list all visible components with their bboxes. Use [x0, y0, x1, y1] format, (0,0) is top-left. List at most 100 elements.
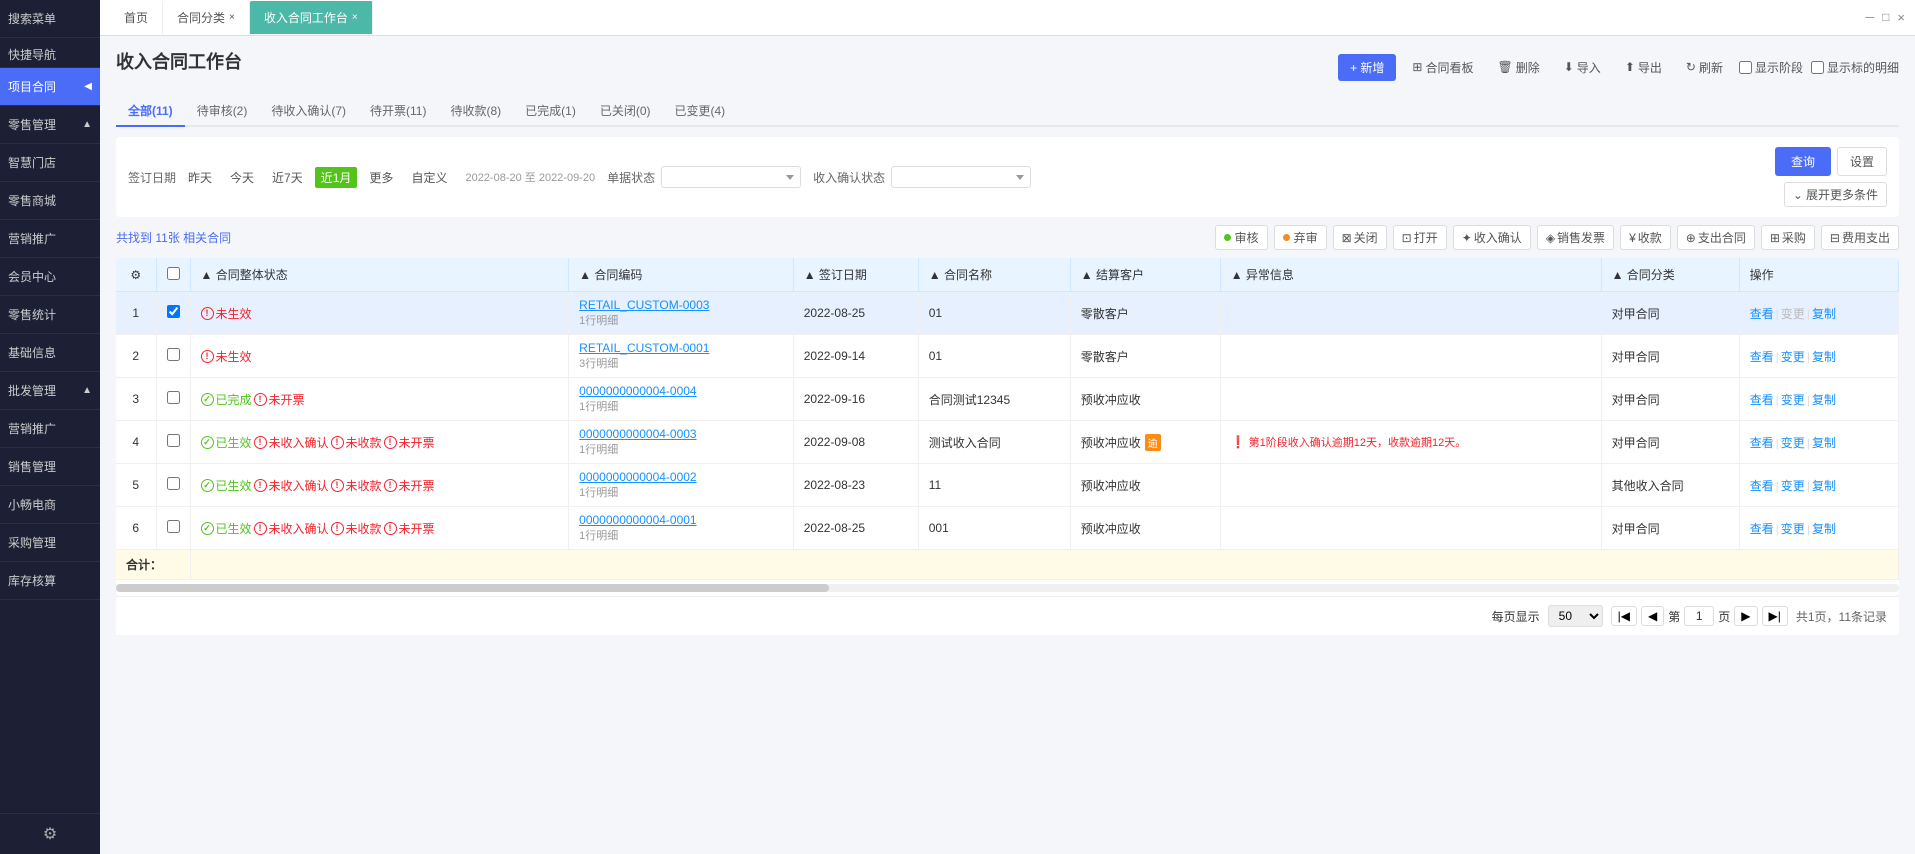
date-option-today[interactable]: 今天 — [224, 167, 260, 188]
row-code[interactable]: RETAIL_CUSTOM-00013行明细 — [569, 335, 794, 378]
sidebar-item-project-contract[interactable]: 项目合同 ◀ — [0, 68, 100, 106]
op-复制-button[interactable]: 复制 — [1812, 479, 1836, 493]
date-option-7days[interactable]: 近7天 — [266, 167, 309, 188]
op-变更-button[interactable]: 变更 — [1781, 479, 1805, 493]
contract-code-link[interactable]: 0000000000004-0001 — [579, 513, 696, 527]
op-复制-button[interactable]: 复制 — [1812, 307, 1836, 321]
show-marked-checkbox[interactable]: 显示标的明细 — [1811, 59, 1899, 76]
sidebar-item-wholesale[interactable]: 批发管理 ▲ — [0, 372, 100, 410]
doc-status-select[interactable] — [661, 166, 801, 188]
op-变更-button[interactable]: 变更 — [1781, 522, 1805, 536]
sidebar-item-basic-info[interactable]: 基础信息 — [0, 334, 100, 372]
close-contract-button[interactable]: ⊠ 关闭 — [1333, 225, 1387, 250]
filter-tab-changed[interactable]: 已变更(4) — [663, 96, 738, 127]
audit-button[interactable]: 审核 — [1215, 225, 1268, 250]
contract-code-link[interactable]: 0000000000004-0004 — [579, 384, 696, 398]
income-confirm-select[interactable] — [891, 166, 1031, 188]
contract-board-button[interactable]: ⊞ 合同看板 — [1404, 55, 1481, 80]
gear-icon[interactable]: ⚙ — [43, 824, 57, 844]
purchase-button[interactable]: ⊞ 采购 — [1761, 225, 1815, 250]
sidebar-item-marketing2[interactable]: 营销推广 — [0, 410, 100, 448]
op-复制-button[interactable]: 复制 — [1812, 522, 1836, 536]
row-checkbox[interactable] — [167, 348, 180, 361]
op-查看-button[interactable]: 查看 — [1750, 307, 1774, 321]
query-button[interactable]: 查询 — [1775, 147, 1831, 176]
import-button[interactable]: ⬇ 导入 — [1556, 55, 1609, 80]
filter-tab-pending-audit[interactable]: 待审核(2) — [185, 96, 260, 127]
row-code[interactable]: 0000000000004-00011行明细 — [569, 507, 794, 550]
date-option-yesterday[interactable]: 昨天 — [182, 167, 218, 188]
first-page-button[interactable]: |◀ — [1611, 606, 1637, 626]
th-checkbox[interactable] — [156, 258, 190, 292]
scroll-thumb[interactable] — [116, 584, 829, 592]
row-checkbox[interactable] — [167, 520, 180, 533]
row-code[interactable]: 0000000000004-00021行明细 — [569, 464, 794, 507]
row-code[interactable]: 0000000000004-00041行明细 — [569, 378, 794, 421]
op-变更-button[interactable]: 变更 — [1781, 393, 1805, 407]
row-checkbox[interactable] — [167, 477, 180, 490]
open-contract-button[interactable]: ⊡ 打开 — [1393, 225, 1447, 250]
income-confirm-button[interactable]: ✦ 收入确认 — [1453, 225, 1531, 250]
tab-contract-category[interactable]: 合同分类 × — [163, 1, 250, 34]
select-all-checkbox[interactable] — [167, 267, 180, 280]
last-page-button[interactable]: ▶| — [1762, 606, 1788, 626]
op-查看-button[interactable]: 查看 — [1750, 350, 1774, 364]
contract-code-link[interactable]: 0000000000004-0003 — [579, 427, 696, 441]
contract-code-link[interactable]: RETAIL_CUSTOM-0003 — [579, 298, 709, 312]
new-button[interactable]: + 新增 — [1338, 54, 1396, 81]
sidebar-search[interactable]: 搜索菜单 — [0, 0, 100, 38]
op-变更-button[interactable]: 变更 — [1781, 307, 1805, 321]
expand-filter-button[interactable]: ⌄ 展开更多条件 — [1784, 182, 1887, 207]
sidebar-item-marketing[interactable]: 营销推广 — [0, 220, 100, 258]
tab-income-contract[interactable]: 收入合同工作台 × — [250, 1, 373, 34]
filter-tab-pending-invoice[interactable]: 待开票(11) — [358, 96, 438, 127]
op-变更-button[interactable]: 变更 — [1781, 350, 1805, 364]
out-contract-button[interactable]: ⊕ 支出合同 — [1677, 225, 1755, 250]
row-code[interactable]: 0000000000004-00031行明细 — [569, 421, 794, 464]
sidebar-item-retail-manage[interactable]: 零售管理 ▲ — [0, 106, 100, 144]
filter-tab-closed[interactable]: 已关闭(0) — [588, 96, 663, 127]
sidebar-item-smart-store[interactable]: 智慧门店 — [0, 144, 100, 182]
row-checkbox[interactable] — [167, 391, 180, 404]
op-查看-button[interactable]: 查看 — [1750, 393, 1774, 407]
delete-button[interactable]: 🗑 删除 — [1489, 55, 1547, 80]
date-option-1month[interactable]: 近1月 — [315, 167, 358, 188]
per-page-select[interactable]: 50 100 200 — [1548, 605, 1603, 627]
sidebar-item-retail-mall[interactable]: 零售商城 — [0, 182, 100, 220]
minimize-icon[interactable]: ─ — [1866, 10, 1875, 25]
row-checkbox[interactable] — [167, 305, 180, 318]
date-option-custom[interactable]: 自定义 — [405, 167, 453, 188]
op-复制-button[interactable]: 复制 — [1812, 350, 1836, 364]
sales-invoice-button[interactable]: ◈ 销售发票 — [1537, 225, 1614, 250]
filter-tab-all[interactable]: 全部(11) — [116, 96, 185, 127]
current-page-input[interactable]: 1 — [1684, 606, 1714, 626]
filter-tab-pending-confirm[interactable]: 待收入确认(7) — [259, 96, 358, 127]
contract-code-link[interactable]: 0000000000004-0002 — [579, 470, 696, 484]
op-复制-button[interactable]: 复制 — [1812, 436, 1836, 450]
row-checkbox[interactable] — [167, 434, 180, 447]
date-option-more[interactable]: 更多 — [363, 167, 399, 188]
refresh-button[interactable]: ↻ 刷新 — [1678, 55, 1731, 80]
horizontal-scrollbar[interactable] — [116, 584, 1899, 592]
sidebar-item-sales-manage[interactable]: 销售管理 — [0, 448, 100, 486]
collect-button[interactable]: ¥ 收款 — [1620, 225, 1671, 250]
filter-tab-pending-collect[interactable]: 待收款(8) — [438, 96, 513, 127]
tab-home[interactable]: 首页 — [110, 1, 163, 34]
sidebar-item-member[interactable]: 会员中心 — [0, 258, 100, 296]
op-查看-button[interactable]: 查看 — [1750, 522, 1774, 536]
contract-code-link[interactable]: RETAIL_CUSTOM-0001 — [579, 341, 709, 355]
maximize-icon[interactable]: □ — [1882, 10, 1889, 25]
expense-button[interactable]: ⊟ 费用支出 — [1821, 225, 1899, 250]
op-变更-button[interactable]: 变更 — [1781, 436, 1805, 450]
op-复制-button[interactable]: 复制 — [1812, 393, 1836, 407]
row-code[interactable]: RETAIL_CUSTOM-00031行明细 — [569, 292, 794, 335]
next-page-button[interactable]: ▶ — [1734, 606, 1757, 626]
close-window-icon[interactable]: × — [1897, 10, 1905, 25]
op-查看-button[interactable]: 查看 — [1750, 479, 1774, 493]
tab-close-icon[interactable]: × — [229, 12, 235, 23]
sidebar-quick-nav[interactable]: 快捷导航 — [0, 38, 100, 68]
sidebar-item-retail-stats[interactable]: 零售统计 — [0, 296, 100, 334]
op-查看-button[interactable]: 查看 — [1750, 436, 1774, 450]
set-button[interactable]: 设置 — [1837, 147, 1887, 176]
sidebar-item-purchase[interactable]: 采购管理 — [0, 524, 100, 562]
